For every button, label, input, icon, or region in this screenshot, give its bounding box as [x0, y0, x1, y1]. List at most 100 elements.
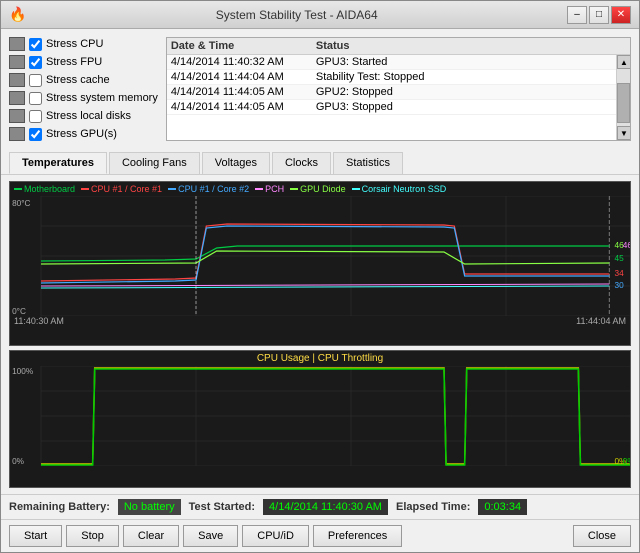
log-body[interactable]: 4/14/2014 11:40:32 AM GPU3: Started 4/14…: [167, 55, 616, 140]
legend-core2: CPU #1 / Core #2: [168, 184, 249, 194]
tab-cooling-fans[interactable]: Cooling Fans: [109, 152, 200, 174]
stress-cpu-checkbox[interactable]: [29, 38, 42, 51]
temp-chart-svg: 80°C 0°C 46: [10, 196, 630, 316]
stress-gpu-label: Stress GPU(s): [46, 128, 117, 140]
legend-core1-label: CPU #1 / Core #1: [91, 184, 162, 194]
elapsed-time-value: 0:03:34: [478, 499, 527, 515]
remaining-battery-value: No battery: [118, 499, 181, 515]
stress-memory-label: Stress system memory: [46, 92, 158, 104]
scroll-down-btn[interactable]: ▼: [617, 126, 630, 140]
log-status-3: GPU3: Stopped: [316, 101, 393, 113]
charts-area: Motherboard CPU #1 / Core #1 CPU #1 / Co…: [1, 175, 639, 494]
log-row: 4/14/2014 11:44:05 AM GPU2: Stopped: [167, 85, 616, 100]
log-row: 4/14/2014 11:40:32 AM GPU3: Started: [167, 55, 616, 70]
scroll-up-btn[interactable]: ▲: [617, 55, 630, 69]
stress-item-fpu: Stress FPU: [9, 55, 158, 69]
svg-text:0°C: 0°C: [12, 307, 26, 316]
title-bar: 🔥 System Stability Test - AIDA64 – □ ✕: [1, 1, 639, 29]
stress-cpu-label: Stress CPU: [46, 38, 103, 50]
log-datetime-0: 4/14/2014 11:40:32 AM: [171, 56, 316, 68]
tab-temperatures[interactable]: Temperatures: [9, 152, 107, 174]
scroll-thumb[interactable]: [617, 83, 630, 123]
legend-motherboard: Motherboard: [14, 184, 75, 194]
temp-x-end: 11:44:04 AM: [576, 316, 626, 326]
maximize-button[interactable]: □: [589, 6, 609, 24]
cpu-chart-svg: 100% 0% 0% 0%: [10, 366, 630, 466]
log-header: Date & Time Status: [167, 38, 630, 55]
close-button[interactable]: ✕: [611, 6, 631, 24]
tab-clocks[interactable]: Clocks: [272, 152, 331, 174]
svg-text:46: 46: [623, 241, 630, 250]
legend-gpu-diode-dot: [290, 188, 298, 190]
log-datetime-2: 4/14/2014 11:44:05 AM: [171, 86, 316, 98]
legend-core2-dot: [168, 188, 176, 190]
cpu-icon: [9, 37, 25, 51]
stress-cache-checkbox[interactable]: [29, 74, 42, 87]
cpu-chart-area: 100% 0% 0% 0%: [10, 366, 630, 466]
log-scrollbar[interactable]: ▲ ▼: [616, 55, 630, 140]
temperature-chart: Motherboard CPU #1 / Core #1 CPU #1 / Co…: [9, 181, 631, 346]
app-icon: 🔥: [9, 6, 26, 23]
legend-core2-label: CPU #1 / Core #2: [178, 184, 249, 194]
stress-disks-checkbox[interactable]: [29, 110, 42, 123]
legend-ssd-label: Corsair Neutron SSD: [362, 184, 447, 194]
close-window-button[interactable]: Close: [573, 525, 631, 547]
cpuid-button[interactable]: CPU/iD: [242, 525, 309, 547]
stress-item-cache: Stress cache: [9, 73, 158, 87]
main-window: 🔥 System Stability Test - AIDA64 – □ ✕ S…: [0, 0, 640, 553]
window-title: System Stability Test - AIDA64: [26, 8, 567, 22]
save-button[interactable]: Save: [183, 525, 238, 547]
log-datetime-3: 4/14/2014 11:44:05 AM: [171, 101, 316, 113]
log-datetime-1: 4/14/2014 11:44:04 AM: [171, 71, 316, 83]
tab-statistics[interactable]: Statistics: [333, 152, 403, 174]
cache-icon: [9, 73, 25, 87]
test-started-value: 4/14/2014 11:40:30 AM: [263, 499, 388, 515]
legend-pch-label: PCH: [265, 184, 284, 194]
legend-core1: CPU #1 / Core #1: [81, 184, 162, 194]
svg-text:34: 34: [615, 269, 625, 278]
legend-pch-dot: [255, 188, 263, 190]
legend-gpu-diode-label: GPU Diode: [300, 184, 346, 194]
svg-text:0%: 0%: [623, 457, 630, 466]
stress-item-cpu: Stress CPU: [9, 37, 158, 51]
minimize-button[interactable]: –: [567, 6, 587, 24]
temp-x-axis: 11:40:30 AM 11:44:04 AM: [10, 316, 630, 326]
disks-icon: [9, 109, 25, 123]
log-status-1: Stability Test: Stopped: [316, 71, 425, 83]
legend-gpu-diode: GPU Diode: [290, 184, 346, 194]
legend-ssd: Corsair Neutron SSD: [352, 184, 447, 194]
svg-text:80°C: 80°C: [12, 199, 31, 208]
bottom-info-bar: Remaining Battery: No battery Test Start…: [1, 494, 639, 519]
legend-motherboard-dot: [14, 188, 22, 190]
stop-button[interactable]: Stop: [66, 525, 119, 547]
svg-text:0%: 0%: [12, 457, 24, 466]
stress-fpu-label: Stress FPU: [46, 56, 102, 68]
tabs-row: Temperatures Cooling Fans Voltages Clock…: [1, 149, 639, 175]
stress-fpu-checkbox[interactable]: [29, 56, 42, 69]
log-status-2: GPU2: Stopped: [316, 86, 393, 98]
remaining-battery-label: Remaining Battery:: [9, 501, 110, 513]
log-panel: Date & Time Status 4/14/2014 11:40:32 AM…: [166, 37, 631, 141]
legend-pch: PCH: [255, 184, 284, 194]
log-col-datetime: Date & Time: [171, 40, 316, 52]
gpu-icon: [9, 127, 25, 141]
stress-cache-label: Stress cache: [46, 74, 110, 86]
stress-gpu-checkbox[interactable]: [29, 128, 42, 141]
stress-item-memory: Stress system memory: [9, 91, 158, 105]
preferences-button[interactable]: Preferences: [313, 525, 402, 547]
legend-ssd-dot: [352, 188, 360, 190]
cpu-chart-title: CPU Usage | CPU Throttling: [10, 351, 630, 366]
temp-x-start: 11:40:30 AM: [14, 316, 64, 326]
stress-memory-checkbox[interactable]: [29, 92, 42, 105]
svg-text:30: 30: [615, 281, 625, 290]
log-row: 4/14/2014 11:44:04 AM Stability Test: St…: [167, 70, 616, 85]
start-button[interactable]: Start: [9, 525, 62, 547]
clear-button[interactable]: Clear: [123, 525, 179, 547]
stress-item-gpu: Stress GPU(s): [9, 127, 158, 141]
log-row: 4/14/2014 11:44:05 AM GPU3: Stopped: [167, 100, 616, 115]
tab-voltages[interactable]: Voltages: [202, 152, 270, 174]
bottom-buttons: Start Stop Clear Save CPU/iD Preferences…: [1, 519, 639, 552]
stress-disks-label: Stress local disks: [46, 110, 131, 122]
cpu-usage-chart: CPU Usage | CPU Throttling 100% 0%: [9, 350, 631, 488]
temp-chart-area: 80°C 0°C 46: [10, 196, 630, 316]
